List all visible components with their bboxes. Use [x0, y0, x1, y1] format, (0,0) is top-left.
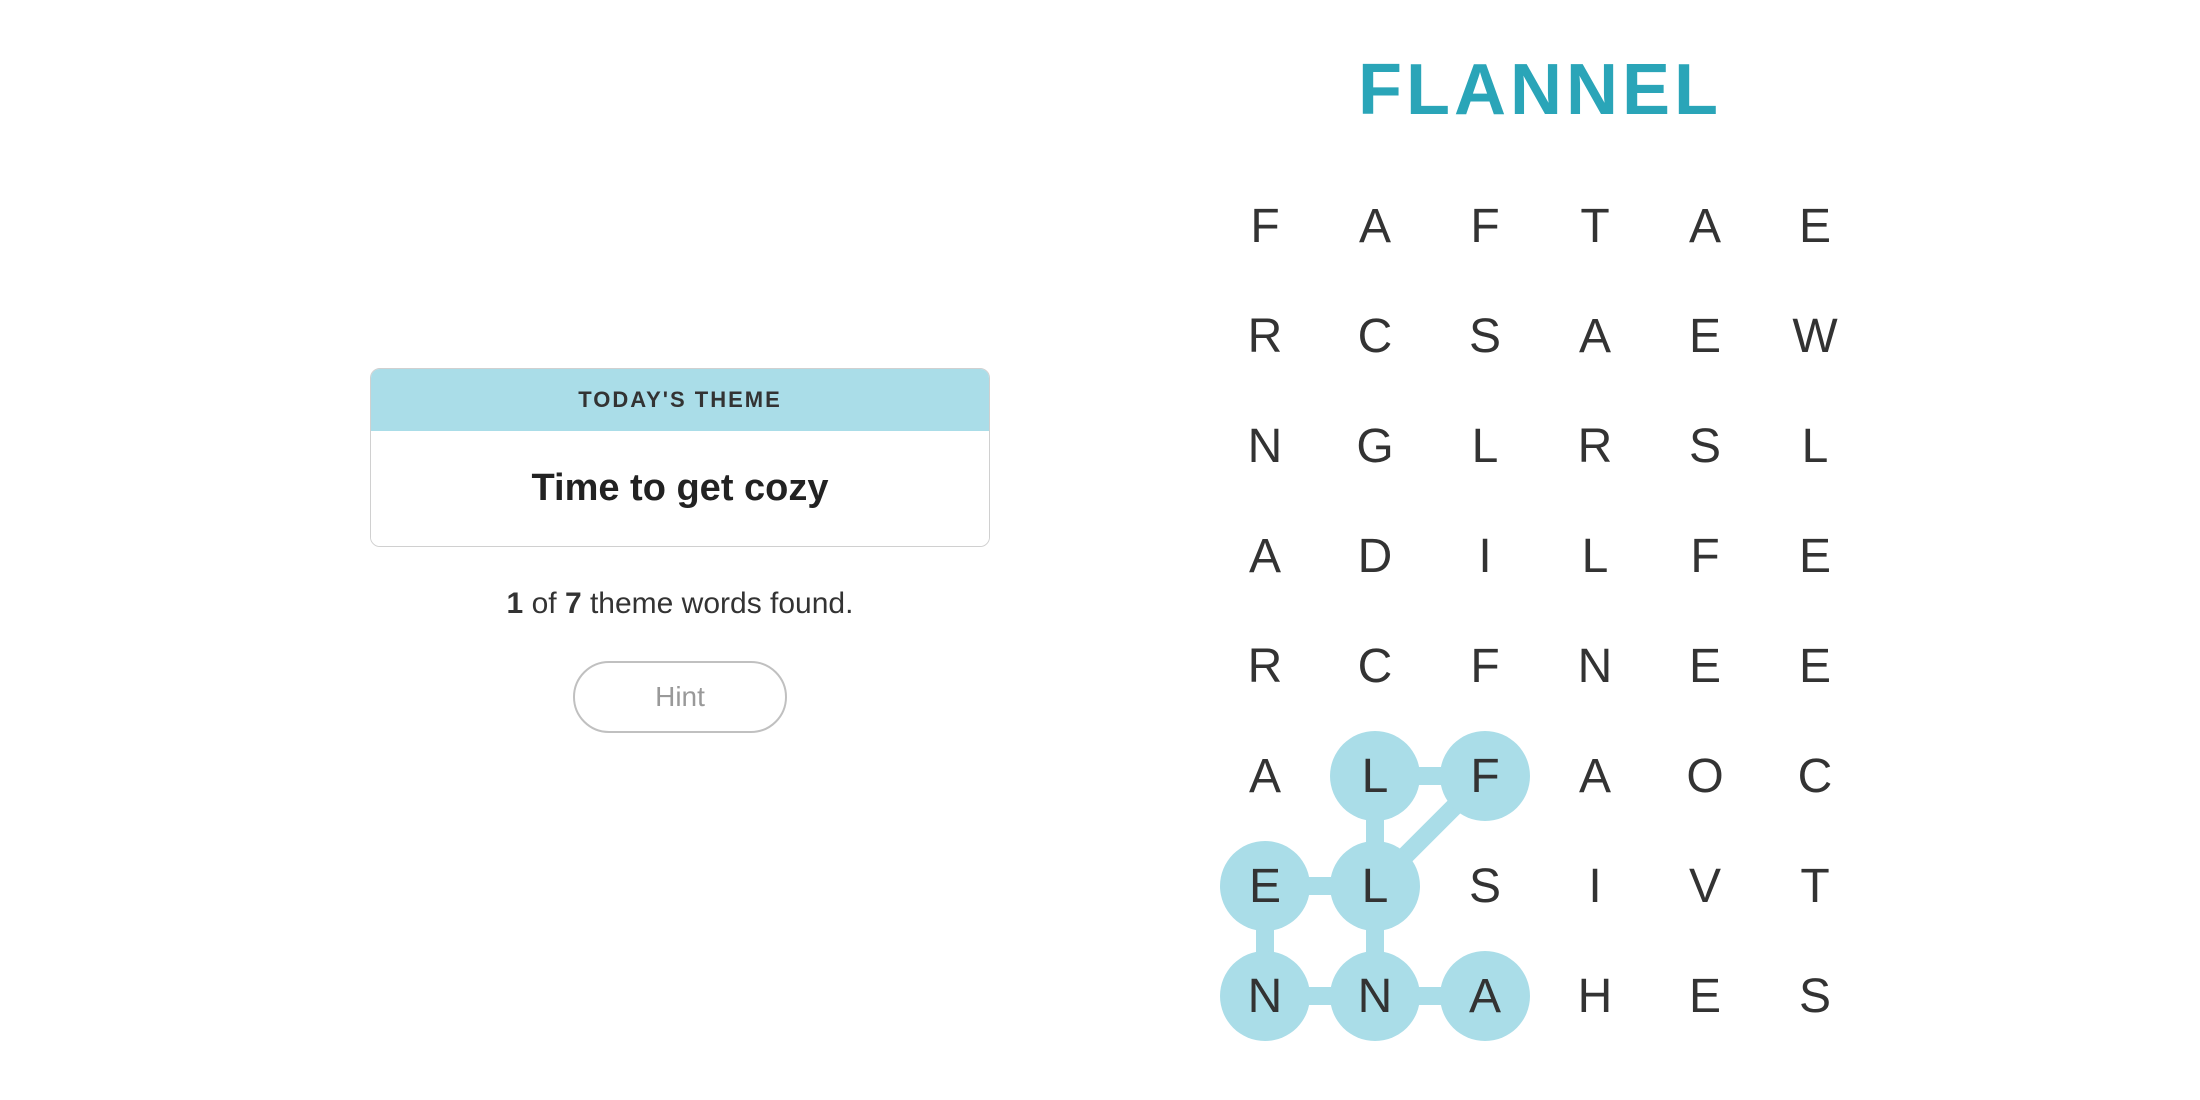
- grid-cell[interactable]: A: [1320, 171, 1430, 281]
- grid-cell[interactable]: C: [1760, 721, 1870, 831]
- grid-cell[interactable]: A: [1650, 171, 1760, 281]
- highlighted-cell-circle: E: [1220, 841, 1310, 931]
- grid-cell[interactable]: N: [1540, 611, 1650, 721]
- grid-cell[interactable]: N: [1210, 941, 1320, 1051]
- grid-cell[interactable]: D: [1320, 501, 1430, 611]
- grid-cell[interactable]: H: [1540, 941, 1650, 1051]
- theme-card: TODAY'S THEME Time to get cozy: [370, 368, 990, 547]
- theme-card-header: TODAY'S THEME: [371, 369, 989, 431]
- grid-cell[interactable]: W: [1760, 281, 1870, 391]
- words-found-suffix: theme words found.: [590, 587, 853, 620]
- grid-cell[interactable]: E: [1650, 281, 1760, 391]
- right-panel: FLANNEL: [1210, 49, 1870, 1051]
- grid-cell[interactable]: C: [1320, 281, 1430, 391]
- words-found-separator: of: [532, 587, 565, 620]
- grid-cell[interactable]: F: [1430, 721, 1540, 831]
- grid-cell[interactable]: L: [1320, 721, 1430, 831]
- grid-cell[interactable]: E: [1760, 501, 1870, 611]
- words-found-text: 1 of 7 theme words found.: [507, 587, 854, 621]
- grid-cell[interactable]: E: [1760, 171, 1870, 281]
- grid-cell[interactable]: L: [1320, 831, 1430, 941]
- grid-cell[interactable]: F: [1210, 171, 1320, 281]
- grid-cell[interactable]: E: [1650, 941, 1760, 1051]
- grid-cell[interactable]: F: [1430, 171, 1540, 281]
- grid-cell[interactable]: A: [1540, 721, 1650, 831]
- grid-cell[interactable]: L: [1430, 391, 1540, 501]
- grid-cell[interactable]: L: [1760, 391, 1870, 501]
- grid-container: FAFTAERCSAEWNGLRSLADILFERCFNEEALFAOCELSI…: [1210, 171, 1870, 1051]
- grid-cell[interactable]: O: [1650, 721, 1760, 831]
- highlighted-cell-circle: N: [1330, 951, 1420, 1041]
- grid-cell[interactable]: I: [1430, 501, 1540, 611]
- grid-cell[interactable]: T: [1540, 171, 1650, 281]
- grid-cell[interactable]: F: [1650, 501, 1760, 611]
- grid-cell[interactable]: S: [1430, 281, 1540, 391]
- grid-cell[interactable]: R: [1210, 611, 1320, 721]
- game-title: FLANNEL: [1358, 49, 1722, 131]
- words-found-current: 1: [507, 587, 524, 620]
- grid-cell[interactable]: E: [1760, 611, 1870, 721]
- grid-cell[interactable]: S: [1650, 391, 1760, 501]
- left-panel: TODAY'S THEME Time to get cozy 1 of 7 th…: [330, 368, 1030, 733]
- grid-cell[interactable]: T: [1760, 831, 1870, 941]
- grid-cell[interactable]: A: [1210, 501, 1320, 611]
- grid-cell[interactable]: S: [1760, 941, 1870, 1051]
- word-grid: FAFTAERCSAEWNGLRSLADILFERCFNEEALFAOCELSI…: [1210, 171, 1870, 1051]
- theme-card-body: Time to get cozy: [371, 431, 989, 546]
- hint-button[interactable]: Hint: [573, 661, 787, 733]
- highlighted-cell-circle: N: [1220, 951, 1310, 1041]
- grid-cell[interactable]: R: [1210, 281, 1320, 391]
- highlighted-cell-circle: F: [1440, 731, 1530, 821]
- main-container: TODAY'S THEME Time to get cozy 1 of 7 th…: [0, 0, 2200, 1100]
- words-found-total: 7: [565, 587, 582, 620]
- grid-cell[interactable]: N: [1320, 941, 1430, 1051]
- highlighted-cell-circle: A: [1440, 951, 1530, 1041]
- grid-cell[interactable]: I: [1540, 831, 1650, 941]
- grid-cell[interactable]: A: [1210, 721, 1320, 831]
- highlighted-cell-circle: L: [1330, 731, 1420, 821]
- grid-cell[interactable]: A: [1540, 281, 1650, 391]
- grid-cell[interactable]: C: [1320, 611, 1430, 721]
- grid-cell[interactable]: E: [1210, 831, 1320, 941]
- grid-cell[interactable]: R: [1540, 391, 1650, 501]
- highlighted-cell-circle: L: [1330, 841, 1420, 931]
- grid-cell[interactable]: G: [1320, 391, 1430, 501]
- grid-cell[interactable]: S: [1430, 831, 1540, 941]
- grid-cell[interactable]: L: [1540, 501, 1650, 611]
- grid-cell[interactable]: E: [1650, 611, 1760, 721]
- grid-cell[interactable]: A: [1430, 941, 1540, 1051]
- grid-cell[interactable]: V: [1650, 831, 1760, 941]
- grid-cell[interactable]: F: [1430, 611, 1540, 721]
- grid-cell[interactable]: N: [1210, 391, 1320, 501]
